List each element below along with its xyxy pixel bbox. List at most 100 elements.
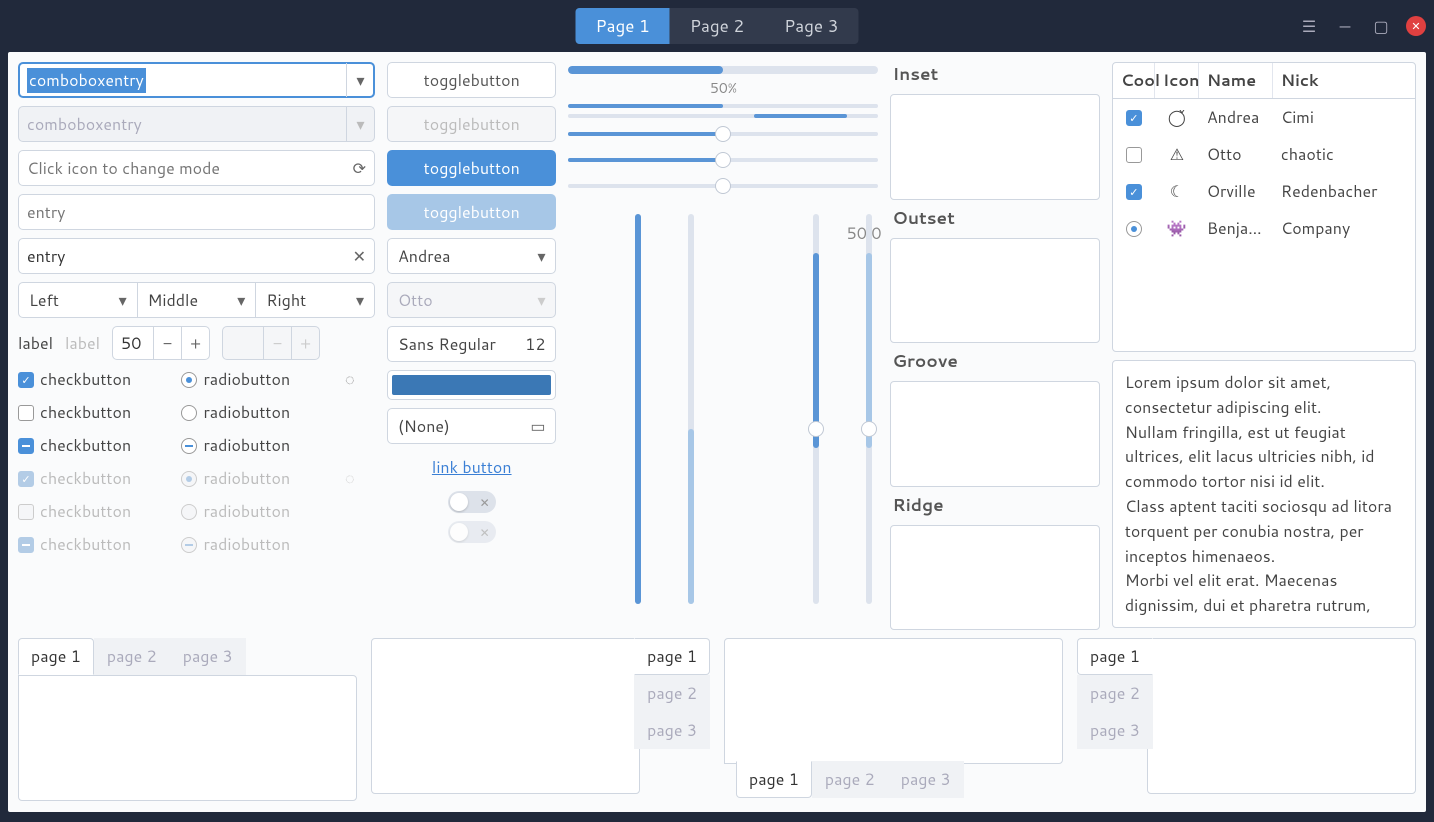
column-header-nick[interactable]: Nick (1273, 63, 1415, 98)
frame-label-inset: Inset (890, 62, 1099, 88)
frame-label-groove: Groove (890, 349, 1099, 375)
nb-page (1147, 638, 1416, 794)
radio-icon (181, 405, 197, 421)
switch[interactable]: ✕ (448, 491, 496, 513)
vertical-slider-1[interactable] (628, 214, 647, 604)
togglebutton[interactable]: togglebutton (387, 62, 557, 98)
dropdown-middle[interactable]: Middle▾ (138, 282, 257, 318)
vertical-slider-3[interactable]: 50.0 (806, 214, 825, 604)
nb-tab[interactable]: page 1 (736, 761, 812, 798)
minimize-icon[interactable]: — (1334, 15, 1356, 37)
nb-tab[interactable]: page 1 (1077, 638, 1153, 675)
nb-tab[interactable]: page 3 (634, 712, 710, 749)
frame-label-outset: Outset (890, 206, 1099, 232)
nb-tab[interactable]: page 3 (170, 638, 246, 675)
treeview-table[interactable]: Cool Icon Name Nick ✓◯̌AndreaCimi⚠Ottoch… (1112, 62, 1416, 352)
chevron-down-icon: ▾ (346, 107, 374, 141)
comboboxentry-focused[interactable]: comboboxentry ▾ (18, 62, 375, 98)
tab-page-1[interactable]: Page 1 (575, 8, 669, 44)
slider-3[interactable] (568, 176, 878, 196)
frame-ridge (890, 525, 1099, 631)
notebook-left: page 1 page 2 page 3 (1077, 638, 1416, 798)
file-chooser-button[interactable]: (None)▭ (387, 408, 557, 444)
link-button[interactable]: link button (387, 452, 557, 483)
nb-tab[interactable]: page 3 (888, 761, 964, 798)
nb-tab[interactable]: page 2 (812, 761, 888, 798)
checkbox-icon: ✓ (18, 372, 34, 388)
chevron-down-icon[interactable]: ▾ (346, 63, 374, 97)
refresh-icon[interactable]: ⟳ (353, 157, 366, 180)
column-header-icon[interactable]: Icon (1155, 63, 1199, 98)
checkbox-icon (18, 504, 34, 520)
slider-1[interactable] (568, 124, 878, 144)
color-button[interactable] (387, 370, 557, 400)
minus-icon[interactable]: − (153, 327, 181, 359)
slider-2[interactable] (568, 150, 878, 170)
vertical-slider-2 (681, 214, 700, 604)
checkbox-icon[interactable]: ✓ (1126, 184, 1142, 200)
notebook-right: page 1 page 2 page 3 (371, 638, 710, 798)
progressbar-1 (568, 66, 878, 74)
plus-icon: + (291, 327, 319, 359)
column-header-name[interactable]: Name (1199, 63, 1273, 98)
column-header-cool[interactable]: Cool (1113, 63, 1155, 98)
nb-page (371, 638, 640, 794)
icon-mode-entry[interactable]: ⟳ (18, 150, 375, 186)
checkbox-icon[interactable] (1126, 147, 1142, 163)
radiobutton[interactable]: radiobutton (181, 401, 336, 424)
radio-icon (181, 372, 197, 388)
check-radio-grid: ✓checkbuttonradiobutton◌checkbuttonradio… (18, 368, 375, 556)
progress-text: 50% (568, 78, 878, 98)
radio-icon (181, 471, 197, 487)
spinner-icon: ◌ (345, 467, 355, 490)
tab-page-2[interactable]: Page 2 (670, 8, 764, 44)
nb-tab[interactable]: page 1 (18, 638, 94, 675)
entry-placeholder[interactable] (18, 194, 375, 230)
checkbutton[interactable]: checkbutton (18, 434, 173, 457)
clear-icon[interactable]: ✕ (353, 245, 366, 268)
radiobutton[interactable]: radiobutton (181, 368, 336, 391)
checkbox-icon[interactable]: ✓ (1126, 110, 1142, 126)
combobox-andrea[interactable]: Andrea▾ (387, 238, 557, 274)
label-disabled: label (65, 332, 100, 355)
radio-icon (181, 438, 197, 454)
nb-page (18, 675, 357, 801)
table-row[interactable]: 👾Benja…Company (1113, 210, 1415, 247)
radio-icon (181, 537, 197, 553)
maximize-icon[interactable]: ▢ (1370, 15, 1392, 37)
checkbutton[interactable]: checkbutton (18, 401, 173, 424)
close-icon[interactable]: ✕ (1406, 16, 1426, 36)
nb-tab[interactable]: page 2 (634, 675, 710, 712)
nb-tab[interactable]: page 2 (1077, 675, 1153, 712)
togglebutton-disabled: togglebutton (387, 106, 557, 142)
checkbox-icon (18, 438, 34, 454)
font-button[interactable]: Sans Regular12 (387, 326, 557, 362)
nb-page (724, 638, 1063, 764)
open-icon: ▭ (530, 415, 545, 438)
table-row[interactable]: ✓☾OrvilleRedenbacher (1113, 173, 1415, 210)
comboboxentry-disabled: comboboxentry ▾ (18, 106, 375, 142)
dropdown-left[interactable]: Left▾ (18, 282, 138, 318)
table-row[interactable]: ✓◯̌AndreaCimi (1113, 99, 1415, 136)
checkbox-icon (18, 537, 34, 553)
checkbutton[interactable]: ✓checkbutton (18, 368, 173, 391)
table-row[interactable]: ⚠Ottochaotic (1113, 136, 1415, 173)
radiobutton[interactable]: radiobutton (181, 434, 336, 457)
tab-page-3[interactable]: Page 3 (764, 8, 858, 44)
frame-groove (890, 381, 1099, 487)
entry-with-clear[interactable]: ✕ (18, 238, 375, 274)
radio-icon[interactable] (1126, 221, 1142, 237)
nb-tab[interactable]: page 3 (1077, 712, 1153, 749)
textview[interactable]: Lorem ipsum dolor sit amet, consectetur … (1112, 360, 1416, 628)
menu-icon[interactable]: ☰ (1298, 15, 1320, 37)
spinbutton[interactable]: 50 − + (112, 326, 210, 360)
progressbar-indeterminate (568, 114, 878, 118)
dropdown-right[interactable]: Right▾ (256, 282, 375, 318)
nb-tab[interactable]: page 1 (634, 638, 710, 675)
togglebutton-active[interactable]: togglebutton (387, 150, 557, 186)
nb-tab[interactable]: page 2 (94, 638, 170, 675)
minus-icon: − (263, 327, 291, 359)
checkbutton: checkbutton (18, 533, 173, 556)
plus-icon[interactable]: + (181, 327, 209, 359)
frame-inset (890, 94, 1099, 200)
